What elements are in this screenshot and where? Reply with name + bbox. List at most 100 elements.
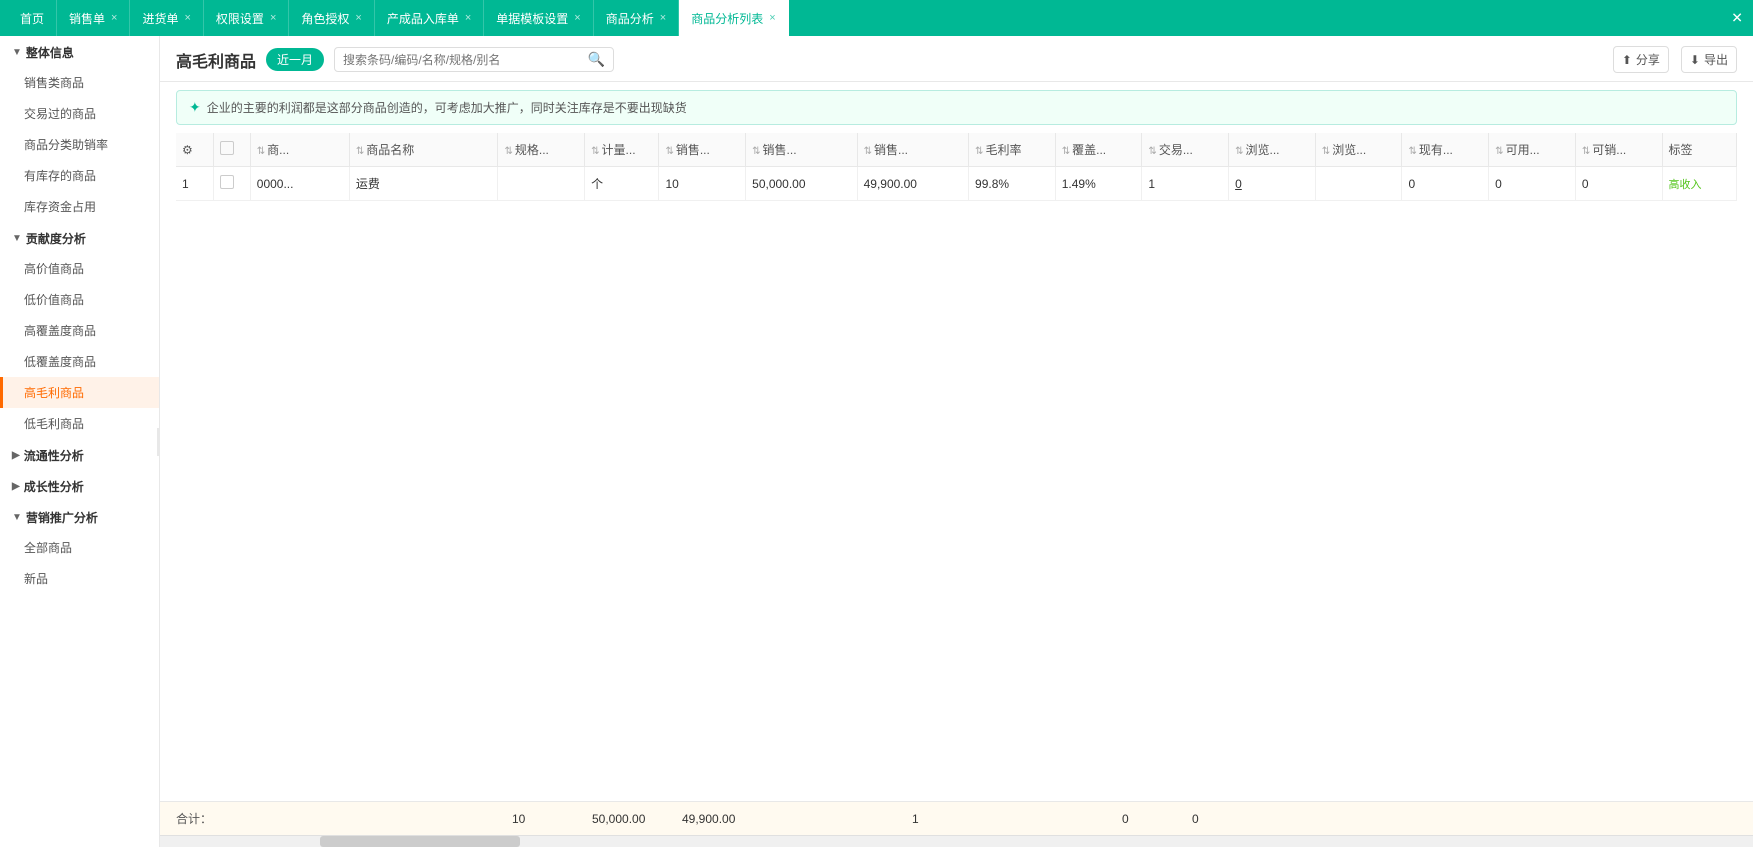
sidebar-toggle-button[interactable]: « <box>157 428 160 456</box>
tab-role-auth[interactable]: 角色授权 × <box>289 0 374 36</box>
footer-cell-sales-amount: 50,000.00 <box>586 812 676 826</box>
cell-stock-available: 0 <box>1489 167 1576 201</box>
tab-close-icon[interactable]: × <box>355 12 361 24</box>
col-stock-available[interactable]: ⇅可用... <box>1489 133 1576 167</box>
scrollbar-thumb[interactable] <box>320 836 520 847</box>
arrow-down-icon: ▼ <box>12 233 22 244</box>
cell-sales-qty: 10 <box>659 167 746 201</box>
content-header: 高毛利商品 近一月 🔍 ⬆ 分享 ⬇ 导出 <box>160 36 1753 82</box>
sort-icon: ⇅ <box>752 146 760 157</box>
sidebar-item-category-rate[interactable]: 商品分类助销率 <box>0 129 159 160</box>
share-button[interactable]: ⬆ 分享 <box>1613 46 1669 73</box>
sidebar-item-low-value[interactable]: 低价值商品 <box>0 284 159 315</box>
sidebar-item-new-goods[interactable]: 新品 <box>0 563 159 594</box>
sidebar-item-stocked-goods[interactable]: 有库存的商品 <box>0 160 159 191</box>
footer-cells: 10 50,000.00 49,900.00 1 0 0 <box>236 812 1737 826</box>
col-settings[interactable]: ⚙ <box>176 133 213 167</box>
sidebar-item-all-goods[interactable]: 全部商品 <box>0 532 159 563</box>
tab-close-icon[interactable]: × <box>660 12 666 24</box>
col-checkbox[interactable] <box>213 133 250 167</box>
footer-totals: 合计： 10 50,000.00 49,900.00 1 0 0 <box>160 801 1753 835</box>
arrow-right-icon: ▶ <box>12 481 20 492</box>
sort-icon: ⇅ <box>1408 146 1416 157</box>
cell-transactions: 1 <box>1142 167 1229 201</box>
row-checkbox[interactable] <box>220 175 234 189</box>
sidebar-group-contribution[interactable]: ▼ 贡献度分析 <box>0 222 159 253</box>
app-close-button[interactable]: ✕ <box>1731 10 1743 27</box>
cell-tag: 高收入 <box>1662 167 1736 201</box>
col-sales-profit[interactable]: ⇅销售... <box>857 133 968 167</box>
col-coverage[interactable]: ⇅覆盖... <box>1055 133 1142 167</box>
footer-cell-transactions: 1 <box>906 812 976 826</box>
tab-product-inbound[interactable]: 产成品入库单 × <box>375 0 484 36</box>
tab-close-icon[interactable]: × <box>769 12 775 24</box>
sidebar-item-high-margin[interactable]: 高毛利商品 <box>0 377 159 408</box>
col-tag[interactable]: 标签 <box>1662 133 1736 167</box>
col-unit[interactable]: ⇅计量... <box>585 133 659 167</box>
sort-icon: ⇅ <box>1322 146 1330 157</box>
sidebar-group-overall[interactable]: ▼ 整体信息 <box>0 36 159 67</box>
cell-sales-amount: 50,000.00 <box>746 167 857 201</box>
horizontal-scrollbar[interactable] <box>160 835 1753 847</box>
sort-icon: ⇅ <box>504 146 512 157</box>
footer-cell-gross-margin <box>766 812 836 826</box>
col-views2[interactable]: ⇅浏览... <box>1315 133 1402 167</box>
sidebar-item-low-margin[interactable]: 低毛利商品 <box>0 408 159 439</box>
tab-close-icon[interactable]: × <box>270 12 276 24</box>
col-stock-sellable[interactable]: ⇅可销... <box>1575 133 1662 167</box>
tab-order-template[interactable]: 单据模板设置 × <box>484 0 593 36</box>
footer-label: 合计： <box>176 810 236 827</box>
col-gross-margin[interactable]: ⇅毛利率 <box>969 133 1056 167</box>
sidebar-group-marketing[interactable]: ▼ 营销推广分析 <box>0 501 159 532</box>
col-sales-amount[interactable]: ⇅销售... <box>746 133 857 167</box>
tab-close-icon[interactable]: × <box>574 12 580 24</box>
col-views1[interactable]: ⇅浏览... <box>1229 133 1316 167</box>
table-wrapper: ⚙ ⇅商... ⇅商品名称 ⇅规格... ⇅计量... ⇅销售... ⇅销售..… <box>160 133 1753 801</box>
col-name[interactable]: ⇅商品名称 <box>349 133 498 167</box>
sidebar-item-sales-goods[interactable]: 销售类商品 <box>0 67 159 98</box>
sidebar-item-high-coverage[interactable]: 高覆盖度商品 <box>0 315 159 346</box>
select-all-checkbox[interactable] <box>220 141 234 155</box>
sidebar-item-stock-capital[interactable]: 库存资金占用 <box>0 191 159 222</box>
footer-cell-stock-current: 0 <box>1116 812 1186 826</box>
col-code[interactable]: ⇅商... <box>250 133 349 167</box>
tab-sales-order[interactable]: 销售单 × <box>57 0 130 36</box>
tab-close-icon[interactable]: × <box>111 12 117 24</box>
cell-views1[interactable]: 0 <box>1229 167 1316 201</box>
cell-gross-margin: 99.8% <box>969 167 1056 201</box>
cell-checkbox[interactable] <box>213 167 250 201</box>
content-area: 高毛利商品 近一月 🔍 ⬆ 分享 ⬇ 导出 ✦ 企业的主要的利润都是这部分商品创… <box>160 36 1753 847</box>
filter-recent-month-button[interactable]: 近一月 <box>266 48 324 71</box>
tab-product-analysis-list[interactable]: 商品分析列表 × <box>679 0 788 36</box>
table-row: 1 0000... 运费 个 10 50,000.00 49,900.00 99… <box>176 167 1737 201</box>
sidebar-group-liquidity[interactable]: ▶ 流通性分析 <box>0 439 159 470</box>
header-actions: ⬆ 分享 ⬇ 导出 <box>1613 46 1737 73</box>
tab-permission-settings[interactable]: 权限设置 × <box>204 0 289 36</box>
sidebar-group-growth[interactable]: ▶ 成长性分析 <box>0 470 159 501</box>
tag-label: 高收入 <box>1669 179 1702 191</box>
main-area: « ▼ 整体信息 销售类商品 交易过的商品 商品分类助销率 有库存的商品 库存资… <box>0 36 1753 847</box>
settings-icon[interactable]: ⚙ <box>182 143 193 157</box>
tab-close-icon[interactable]: × <box>184 12 190 24</box>
export-button[interactable]: ⬇ 导出 <box>1681 46 1737 73</box>
footer-cell-empty2 <box>446 812 506 826</box>
search-icon[interactable]: 🔍 <box>588 51 605 68</box>
sidebar-item-low-coverage[interactable]: 低覆盖度商品 <box>0 346 159 377</box>
col-sales-qty[interactable]: ⇅销售... <box>659 133 746 167</box>
footer-cell-stock-available: 0 <box>1186 812 1256 826</box>
tab-product-analysis[interactable]: 商品分析 × <box>594 0 679 36</box>
sidebar-item-high-value[interactable]: 高价值商品 <box>0 253 159 284</box>
tab-home[interactable]: 首页 <box>8 0 57 36</box>
tab-close-icon[interactable]: × <box>465 12 471 24</box>
info-text: 企业的主要的利润都是这部分商品创造的，可考虑加大推广，同时关注库存是不要出现缺货 <box>207 99 687 116</box>
sort-icon: ⇅ <box>257 146 265 157</box>
col-spec[interactable]: ⇅规格... <box>498 133 585 167</box>
search-input[interactable] <box>343 53 588 67</box>
col-transactions[interactable]: ⇅交易... <box>1142 133 1229 167</box>
sidebar-item-traded-goods[interactable]: 交易过的商品 <box>0 98 159 129</box>
sort-icon: ⇅ <box>864 146 872 157</box>
tab-purchase-order[interactable]: 进货单 × <box>130 0 203 36</box>
search-box[interactable]: 🔍 <box>334 47 614 72</box>
sort-icon: ⇅ <box>1495 146 1503 157</box>
col-stock-current[interactable]: ⇅现有... <box>1402 133 1489 167</box>
